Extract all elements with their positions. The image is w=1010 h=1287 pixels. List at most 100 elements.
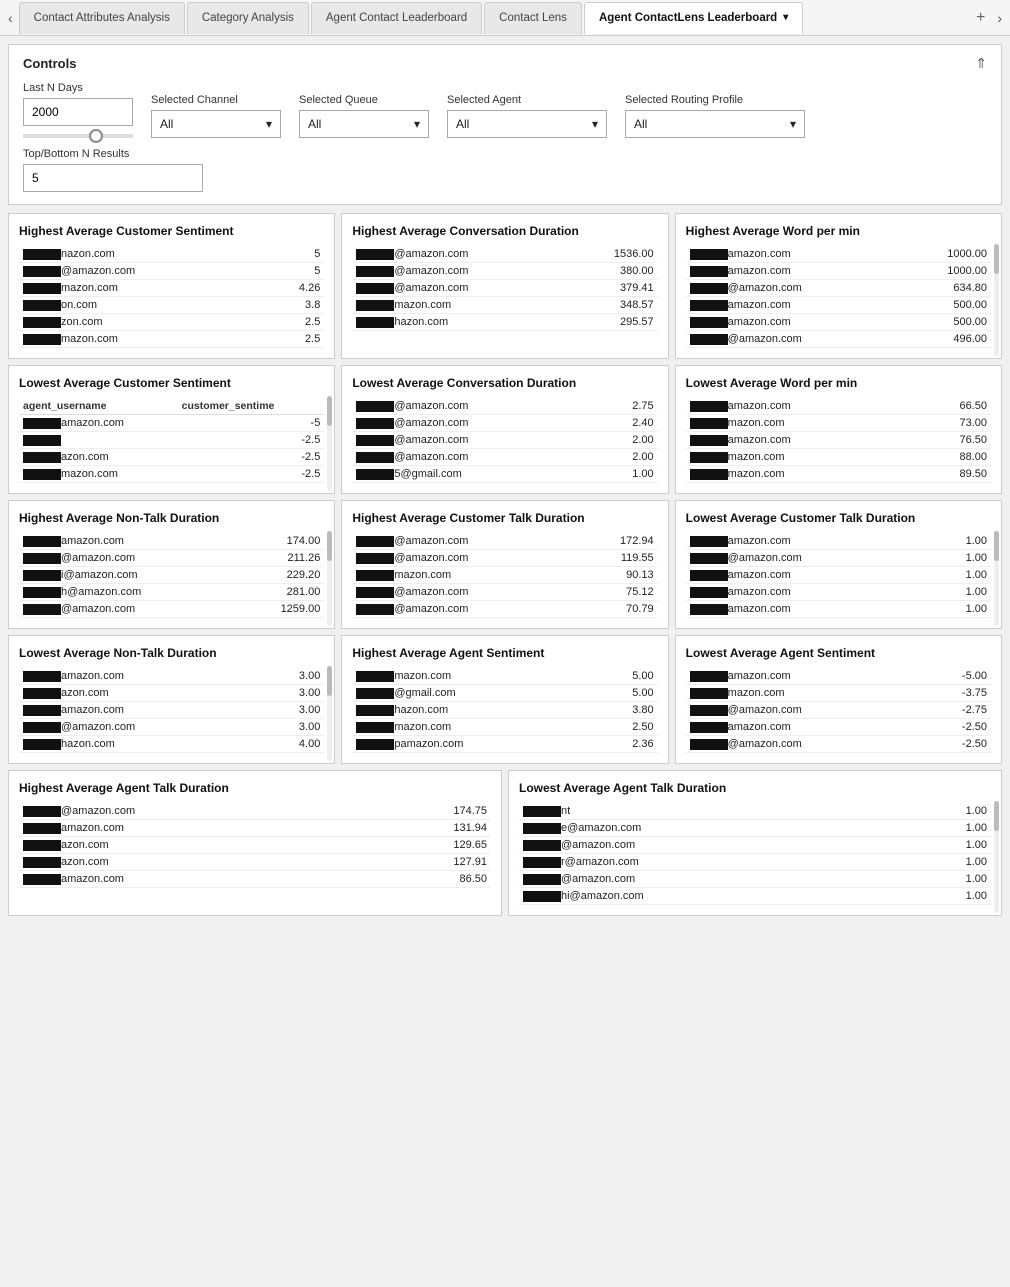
- card-scrollbar[interactable]: [994, 531, 999, 626]
- redacted: [356, 705, 394, 716]
- card-lowest-avg-conversation-duration: Lowest Average Conversation Duration @am…: [341, 365, 668, 494]
- selected-agent-label: Selected Agent: [447, 94, 607, 106]
- table-row: hazon.com3.80: [352, 702, 657, 719]
- table-row: mazon.com73.00: [686, 415, 991, 432]
- topn-label: Top/Bottom N Results: [23, 148, 987, 160]
- selected-routing-select[interactable]: All ▾: [625, 110, 805, 138]
- redacted: [356, 536, 394, 547]
- redacted: [690, 570, 728, 581]
- redacted: [23, 705, 61, 716]
- redacted: [23, 823, 61, 834]
- card-scrollbar[interactable]: [327, 396, 332, 491]
- card-table: @amazon.com174.75 amazon.com131.94 azon.…: [19, 803, 491, 888]
- redacted: [356, 671, 394, 682]
- card-table: @amazon.com2.75 @amazon.com2.40 @amazon.…: [352, 398, 657, 483]
- topn-group: Top/Bottom N Results: [23, 148, 987, 192]
- card-title: Highest Average Word per min: [686, 224, 991, 238]
- last-n-days-input[interactable]: [23, 98, 133, 126]
- redacted: [356, 739, 394, 750]
- redacted: [356, 283, 394, 294]
- redacted: [690, 671, 728, 682]
- redacted: [356, 570, 394, 581]
- tab-dropdown-icon[interactable]: ▾: [783, 12, 788, 23]
- redacted: [690, 266, 728, 277]
- table-row: 5@gmail.com1.00: [352, 466, 657, 483]
- redacted: [23, 874, 61, 885]
- redacted: [23, 857, 61, 868]
- redacted: [356, 688, 394, 699]
- redacted: [690, 604, 728, 615]
- table-row: @amazon.com-2.50: [686, 736, 991, 753]
- selected-routing-group: Selected Routing Profile All ▾: [625, 94, 805, 138]
- card-scrollbar[interactable]: [994, 244, 999, 356]
- redacted: [23, 452, 61, 463]
- tab-nav-left[interactable]: ‹: [4, 8, 17, 28]
- routing-dropdown-icon: ▾: [790, 117, 796, 131]
- selected-queue-select[interactable]: All ▾: [299, 110, 429, 138]
- table-row: @gmail.com5.00: [352, 685, 657, 702]
- card-title: Lowest Average Agent Sentiment: [686, 646, 991, 660]
- redacted: [23, 604, 61, 615]
- redacted: [690, 688, 728, 699]
- redacted: [356, 452, 394, 463]
- redacted: [690, 553, 728, 564]
- redacted: [690, 705, 728, 716]
- redacted: [23, 806, 61, 817]
- table-row: amazon.com-2.50: [686, 719, 991, 736]
- table-row: amazon.com1000.00: [686, 263, 991, 280]
- card-table: amazon.com-5.00 mazon.com-3.75 @amazon.c…: [686, 668, 991, 753]
- card-title: Lowest Average Agent Talk Duration: [519, 781, 991, 795]
- tab-contact-lens[interactable]: Contact Lens: [484, 2, 582, 34]
- tab-add-button[interactable]: +: [970, 9, 991, 27]
- redacted: [356, 401, 394, 412]
- card-lowest-avg-agent-talk-duration: Lowest Average Agent Talk Duration nt1.0…: [508, 770, 1002, 916]
- controls-title: Controls: [23, 56, 76, 71]
- redacted: [23, 671, 61, 682]
- redacted: [523, 874, 561, 885]
- slider-thumb[interactable]: [89, 129, 103, 143]
- table-row: hi@amazon.com1.00: [519, 888, 991, 905]
- redacted: [690, 435, 728, 446]
- table-row: amazon.com76.50: [686, 432, 991, 449]
- table-row: amazon.com1.00: [686, 533, 991, 550]
- redacted: [356, 722, 394, 733]
- table-row: @amazon.com2.75: [352, 398, 657, 415]
- redacted: [23, 739, 61, 750]
- redacted: [523, 857, 561, 868]
- table-row: @amazon.com1536.00: [352, 246, 657, 263]
- table-row: @amazon.com75.12: [352, 584, 657, 601]
- topn-input[interactable]: [23, 164, 203, 192]
- card-scrollbar[interactable]: [994, 801, 999, 913]
- redacted: [523, 823, 561, 834]
- redacted: [523, 891, 561, 902]
- card-scrollbar[interactable]: [327, 531, 332, 626]
- card-lowest-avg-word-per-min: Lowest Average Word per min amazon.com66…: [675, 365, 1002, 494]
- cards-row-2: Lowest Average Customer Sentiment agent_…: [8, 365, 1002, 494]
- last-n-days-group: Last N Days: [23, 82, 133, 138]
- tab-agent-contactlens[interactable]: Agent ContactLens Leaderboard ▾: [584, 2, 803, 34]
- redacted: [690, 587, 728, 598]
- last-n-days-slider[interactable]: [23, 134, 133, 138]
- table-row: amazon.com-5: [19, 415, 324, 432]
- cards-row-4: Lowest Average Non-Talk Duration amazon.…: [8, 635, 1002, 764]
- tab-category[interactable]: Category Analysis: [187, 2, 309, 34]
- tab-nav-right[interactable]: ›: [993, 8, 1006, 28]
- selected-channel-select[interactable]: All ▾: [151, 110, 281, 138]
- redacted: [356, 249, 394, 260]
- redacted: [356, 418, 394, 429]
- table-row: azon.com-2.5: [19, 449, 324, 466]
- redacted: [690, 722, 728, 733]
- collapse-button[interactable]: ⇑: [975, 55, 987, 72]
- card-table: @amazon.com172.94 @amazon.com119.55 mazo…: [352, 533, 657, 618]
- tab-agent-contact[interactable]: Agent Contact Leaderboard: [311, 2, 482, 34]
- card-title: Highest Average Conversation Duration: [352, 224, 657, 238]
- selected-agent-select[interactable]: All ▾: [447, 110, 607, 138]
- tab-contact-attr[interactable]: Contact Attributes Analysis: [19, 2, 185, 34]
- card-table: mazon.com5.00 @gmail.com5.00 hazon.com3.…: [352, 668, 657, 753]
- table-row: zon.com2.5: [19, 314, 324, 331]
- redacted: [23, 317, 61, 328]
- table-row: amazon.com-5.00: [686, 668, 991, 685]
- card-scrollbar[interactable]: [327, 666, 332, 761]
- redacted: [23, 840, 61, 851]
- table-row: @amazon.com172.94: [352, 533, 657, 550]
